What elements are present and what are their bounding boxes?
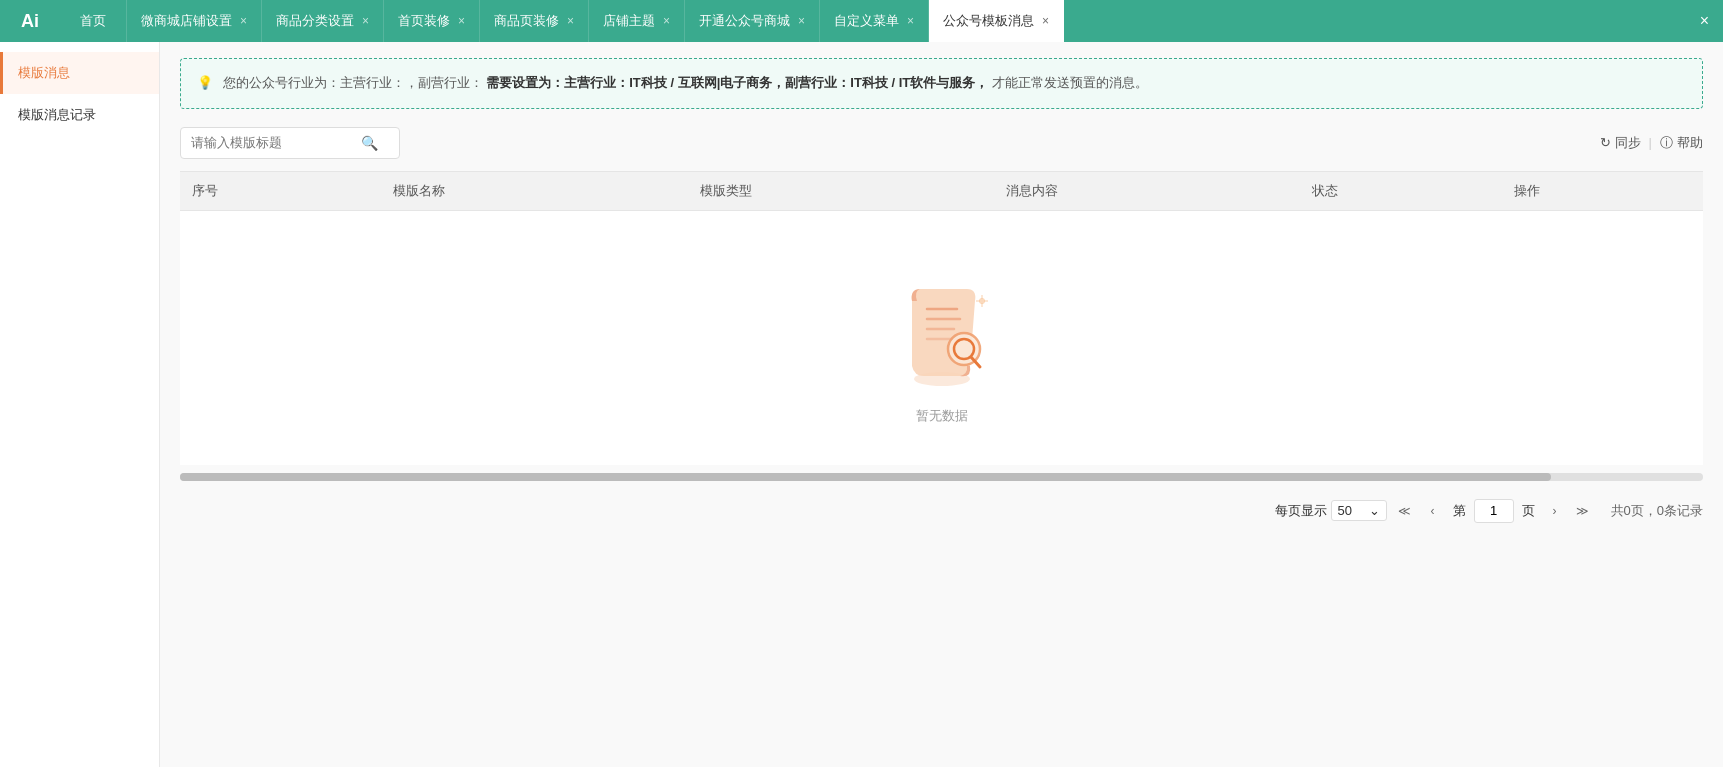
tab-close-icon[interactable]: ×: [798, 14, 805, 28]
tab-close-icon[interactable]: ×: [663, 14, 670, 28]
col-header-type: 模版类型: [688, 171, 994, 210]
tab-label: 微商城店铺设置: [141, 12, 232, 30]
search-input[interactable]: [191, 135, 361, 150]
tab-open-shop[interactable]: 开通公众号商城 ×: [685, 0, 820, 42]
tab-bar: Ai 首页微商城店铺设置×商品分类设置×首页装修×商品页装修×店铺主题×开通公众…: [0, 0, 1723, 42]
col-header-action: 操作: [1502, 171, 1703, 210]
tab-product-category[interactable]: 商品分类设置 ×: [262, 0, 384, 42]
tab-label: 店铺主题: [603, 12, 655, 30]
close-all-button[interactable]: ×: [1686, 0, 1723, 42]
pagination: 每页显示 50 ⌄ ≪ ‹ 第 页 › ≫ 共0页，0条记录: [180, 489, 1703, 533]
data-table: 序号模版名称模版类型消息内容状态操作: [180, 171, 1703, 465]
page-size-selector: 每页显示 50 ⌄: [1275, 500, 1387, 521]
tab-shop-theme[interactable]: 店铺主题 ×: [589, 0, 685, 42]
tab-product-decor[interactable]: 商品页装修 ×: [480, 0, 589, 42]
tab-close-icon[interactable]: ×: [1042, 14, 1049, 28]
tab-template-msg[interactable]: 公众号模板消息 ×: [929, 0, 1064, 42]
tab-close-icon[interactable]: ×: [567, 14, 574, 28]
tab-label: 首页装修: [398, 12, 450, 30]
col-header-name: 模版名称: [381, 171, 687, 210]
page-navigation: ≪ ‹ 第 页 › ≫: [1393, 499, 1595, 523]
page-size-dropdown[interactable]: 50 ⌄: [1331, 500, 1387, 521]
empty-illustration: [882, 271, 1002, 391]
col-header-status: 状态: [1300, 171, 1501, 210]
tab-close-icon[interactable]: ×: [458, 14, 465, 28]
sync-label: 同步: [1615, 134, 1641, 152]
scrollbar-thumb[interactable]: [180, 473, 1551, 481]
main-layout: 模版消息模版消息记录 💡 您的公众号行业为：主营行业：，副营行业： 需要设置为：…: [0, 42, 1723, 767]
tab-label: 自定义菜单: [834, 12, 899, 30]
last-page-button[interactable]: ≫: [1571, 499, 1595, 523]
notice-suffix: 才能正常发送预置的消息。: [992, 75, 1148, 90]
col-header-content: 消息内容: [994, 171, 1300, 210]
empty-text: 暂无数据: [916, 407, 968, 425]
tab-home[interactable]: 首页: [60, 0, 127, 42]
help-icon: ⓘ: [1660, 134, 1673, 152]
prev-page-button[interactable]: ‹: [1421, 499, 1445, 523]
tab-custom-menu[interactable]: 自定义菜单 ×: [820, 0, 929, 42]
search-box: 🔍: [180, 127, 400, 159]
page-label: 第: [1453, 502, 1466, 520]
horizontal-scrollbar[interactable]: [180, 473, 1703, 481]
tab-label: 首页: [80, 12, 106, 30]
help-button[interactable]: ⓘ 帮助: [1660, 134, 1703, 152]
tab-wechat-shop[interactable]: 微商城店铺设置 ×: [127, 0, 262, 42]
tab-label: 开通公众号商城: [699, 12, 790, 30]
page-unit: 页: [1522, 502, 1535, 520]
tab-close-icon[interactable]: ×: [907, 14, 914, 28]
first-page-button[interactable]: ≪: [1393, 499, 1417, 523]
tab-close-icon[interactable]: ×: [362, 14, 369, 28]
help-label: 帮助: [1677, 134, 1703, 152]
page-number-input[interactable]: [1474, 499, 1514, 523]
tab-label: 商品页装修: [494, 12, 559, 30]
dropdown-arrow-icon: ⌄: [1369, 503, 1380, 518]
page-size-value: 50: [1338, 503, 1352, 518]
tab-homepage-decor[interactable]: 首页装修 ×: [384, 0, 480, 42]
col-header-seq: 序号: [180, 171, 381, 210]
notice-highlight: 需要设置为：主营行业：IT科技 / 互联网|电子商务，副营行业：IT科技 / I…: [486, 75, 988, 90]
search-icon[interactable]: 🔍: [361, 135, 378, 151]
content-area: 💡 您的公众号行业为：主营行业：，副营行业： 需要设置为：主营行业：IT科技 /…: [160, 42, 1723, 767]
tab-label: 公众号模板消息: [943, 12, 1034, 30]
toolbar: 🔍 ↻ 同步 | ⓘ 帮助: [180, 127, 1703, 159]
empty-state: 暂无数据: [180, 211, 1703, 465]
sync-button[interactable]: ↻ 同步: [1600, 134, 1641, 152]
tab-label: 商品分类设置: [276, 12, 354, 30]
next-page-button[interactable]: ›: [1543, 499, 1567, 523]
tab-close-icon[interactable]: ×: [240, 14, 247, 28]
sidebar: 模版消息模版消息记录: [0, 42, 160, 767]
notice-banner: 💡 您的公众号行业为：主营行业：，副营行业： 需要设置为：主营行业：IT科技 /…: [180, 58, 1703, 109]
divider: |: [1649, 135, 1652, 150]
toolbar-right: ↻ 同步 | ⓘ 帮助: [1600, 134, 1703, 152]
sidebar-item-template-record[interactable]: 模版消息记录: [0, 94, 159, 136]
sidebar-item-template-msg[interactable]: 模版消息: [0, 52, 159, 94]
sync-icon: ↻: [1600, 135, 1611, 150]
page-size-label: 每页显示: [1275, 502, 1327, 520]
total-info: 共0页，0条记录: [1611, 502, 1703, 520]
logo: Ai: [0, 0, 60, 42]
notice-prefix: 您的公众号行业为：主营行业：，副营行业：: [223, 75, 483, 90]
notice-icon: 💡: [197, 75, 213, 90]
